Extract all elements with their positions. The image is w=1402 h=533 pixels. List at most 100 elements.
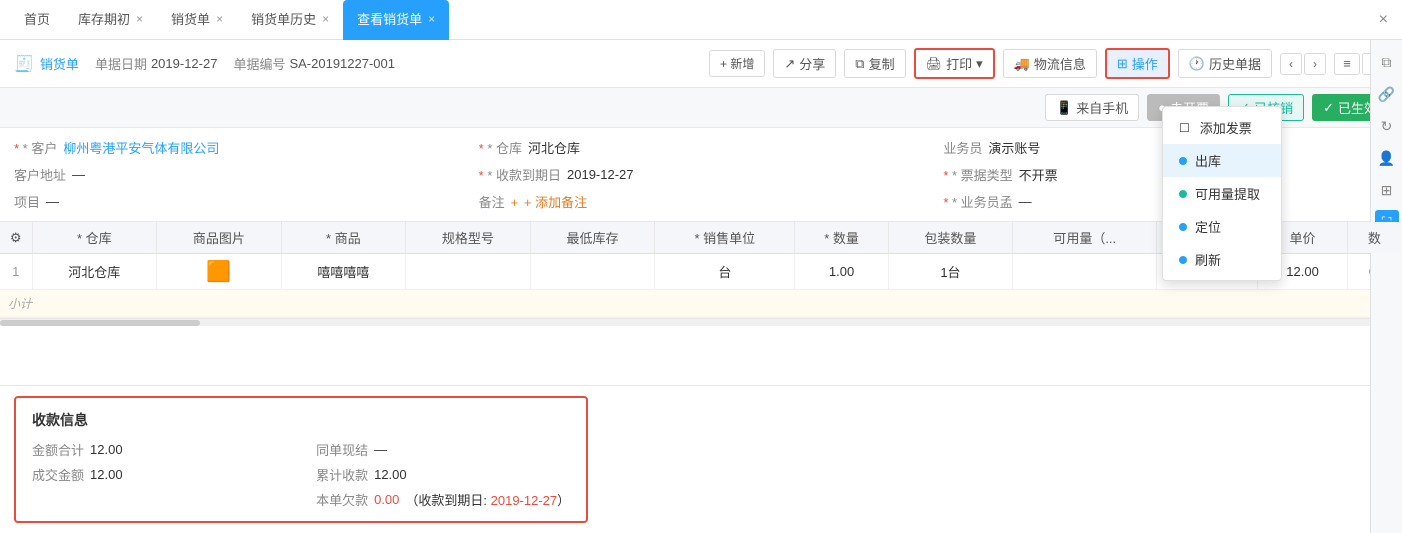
add-invoice-checkbox-icon: ☐ [1179,121,1190,135]
agent-value: — [1019,194,1032,209]
sidebar-user-icon[interactable]: 👤 [1375,146,1399,170]
overdue-value: 0.00 [374,492,399,507]
tab-sales-history-close[interactable]: × [322,12,329,26]
amount-column-header: 数 [1347,222,1401,254]
sidebar-copy-icon[interactable]: ⧉ [1375,50,1399,74]
next-button[interactable]: › [1304,53,1326,75]
dropdown-out-warehouse[interactable]: 出库 [1163,144,1281,177]
dropdown-available-pick[interactable]: 可用量提取 [1163,177,1281,210]
transaction-label: 成交金额 [32,465,84,484]
nav-arrows: ‹ › [1280,53,1326,75]
row-product: 嘻嘻嘻嘻 [281,254,406,290]
sidebar-link-icon[interactable]: 🔗 [1375,82,1399,106]
cumulative-row: 累计收款 12.00 [316,465,570,484]
phone-icon: 📱 [1056,100,1072,116]
address-label: 客户地址 [14,165,66,184]
tab-inventory-init[interactable]: 库存期初 × [64,0,157,40]
row-min-stock [530,254,655,290]
cumulative-value: 12.00 [374,467,407,482]
same-order-value: — [374,442,387,457]
operation-dropdown: ☐ 添加发票 出库 可用量提取 定位 刷新 [1162,106,1282,281]
row-quantity: 1.00 [795,254,888,290]
refresh-label: 刷新 [1195,250,1221,269]
row-spec [406,254,531,290]
operation-button[interactable]: ⊞ 操作 [1105,48,1170,79]
dropdown-add-invoice[interactable]: ☐ 添加发票 [1163,111,1281,144]
dropdown-refresh[interactable]: 刷新 [1163,243,1281,276]
copy-icon: ⧉ [855,56,864,72]
locate-label: 定位 [1195,217,1221,236]
doc-header: 🧾 销货单 单据日期 2019-12-27 单据编号 SA-20191227-0… [0,40,1402,88]
subtotal-label: 小计 [0,290,1402,318]
tab-sales-order[interactable]: 销货单 × [157,0,237,40]
min-stock-column-header: 最低库存 [530,222,655,254]
doc-date-value: 2019-12-27 [151,56,218,71]
address-field: 客户地址 — [14,165,459,184]
list-view-button[interactable]: ≡ [1334,53,1360,75]
available-pick-label: 可用量提取 [1195,184,1260,203]
tab-sales-history[interactable]: 销货单历史 × [237,0,343,40]
row-warehouse: 河北仓库 [32,254,157,290]
footer-info: 收款信息 金额合计 12.00 同单现结 — 成交金额 12.00 累计收款 1… [0,386,1402,533]
warehouse-column-header: * 仓库 [32,222,157,254]
settings-column-header[interactable]: ⚙ [0,222,32,254]
row-sales-unit: 台 [655,254,795,290]
ticket-type-value: 不开票 [1019,165,1058,184]
new-button[interactable]: + 新增 [709,50,765,77]
overdue-row: 本单欠款 0.00 （收款到期日: 2019-12-27） [316,490,570,509]
doc-title: 🧾 销货单 [14,54,79,74]
scrollbar-thumb[interactable] [0,320,200,326]
customer-field: * 客户 柳州粤港平安气体有限公司 [14,138,459,157]
remark-label: 备注 [479,192,505,211]
available-pick-dot [1179,190,1187,198]
payment-date-value: 2019-12-27 [567,167,634,182]
transaction-value: 12.00 [90,467,123,482]
row-product-img: 🟧 [157,254,282,290]
window-close-button[interactable]: × [1379,11,1388,29]
receipt-grid: 金额合计 12.00 同单现结 — 成交金额 12.00 累计收款 12.00 [32,440,570,509]
subtotal-row: 小计 [0,290,1402,318]
share-button[interactable]: ↗ 分享 [773,49,836,78]
customer-value[interactable]: 柳州粤港平安气体有限公司 [63,138,219,157]
tab-home[interactable]: 首页 [10,0,64,40]
right-sidebar: ⧉ 🔗 ↻ 👤 ⊞ ⛶ [1370,40,1402,533]
prev-button[interactable]: ‹ [1280,53,1302,75]
sidebar-table-icon[interactable]: ⊞ [1375,178,1399,202]
receipt-title: 收款信息 [32,410,570,430]
add-remark-button[interactable]: + + 添加备注 [511,192,587,211]
available-column-header: 可用量（... [1013,222,1157,254]
tab-view-sales-close[interactable]: × [428,12,435,26]
total-row: 金额合计 12.00 [32,440,286,459]
copy-button[interactable]: ⧉ 复制 [844,49,905,78]
salesperson-label: 业务员 [943,138,982,157]
horizontal-scrollbar[interactable] [0,318,1402,326]
cumulative-label: 累计收款 [316,465,368,484]
doc-date-label: 单据日期 2019-12-27 [95,54,218,73]
tab-view-sales[interactable]: 查看销货单 × [343,0,449,40]
logistics-button[interactable]: 🚚 物流信息 [1003,49,1097,78]
logistics-icon: 🚚 [1014,56,1030,72]
add-invoice-label: 添加发票 [1200,118,1252,137]
sidebar-rotate-icon[interactable]: ↻ [1375,114,1399,138]
print-button[interactable]: 🖨 打印 ▾ [914,48,995,79]
address-value: — [72,167,85,182]
toolbar-right: + 新增 ↗ 分享 ⧉ 复制 🖨 打印 ▾ 🚚 物流信息 ⊞ 操作 [709,48,1388,79]
dropdown-locate[interactable]: 定位 [1163,210,1281,243]
same-order-row: 同单现结 — [316,440,570,459]
tab-sales-order-close[interactable]: × [216,12,223,26]
salesperson-value: 演示账号 [988,138,1040,157]
total-label: 金额合计 [32,440,84,459]
payment-date-field: * 收款到期日 2019-12-27 [479,165,924,184]
doc-number-label: 单据编号 SA-20191227-001 [233,54,395,73]
doc-title-text: 销货单 [40,54,79,73]
from-phone-button[interactable]: 📱 来自手机 [1045,94,1139,121]
main-content: 🧾 销货单 单据日期 2019-12-27 单据编号 SA-20191227-0… [0,40,1402,533]
sales-order-icon: 🧾 [14,54,34,74]
doc-number-value: SA-20191227-001 [289,56,395,71]
tab-inventory-init-close[interactable]: × [136,12,143,26]
row-number: 1 [0,254,32,290]
history-button[interactable]: 🕐 历史单据 [1178,49,1272,78]
row-available [1013,254,1157,290]
project-value: — [46,194,59,209]
receipt-box: 收款信息 金额合计 12.00 同单现结 — 成交金额 12.00 累计收款 1… [14,396,588,523]
